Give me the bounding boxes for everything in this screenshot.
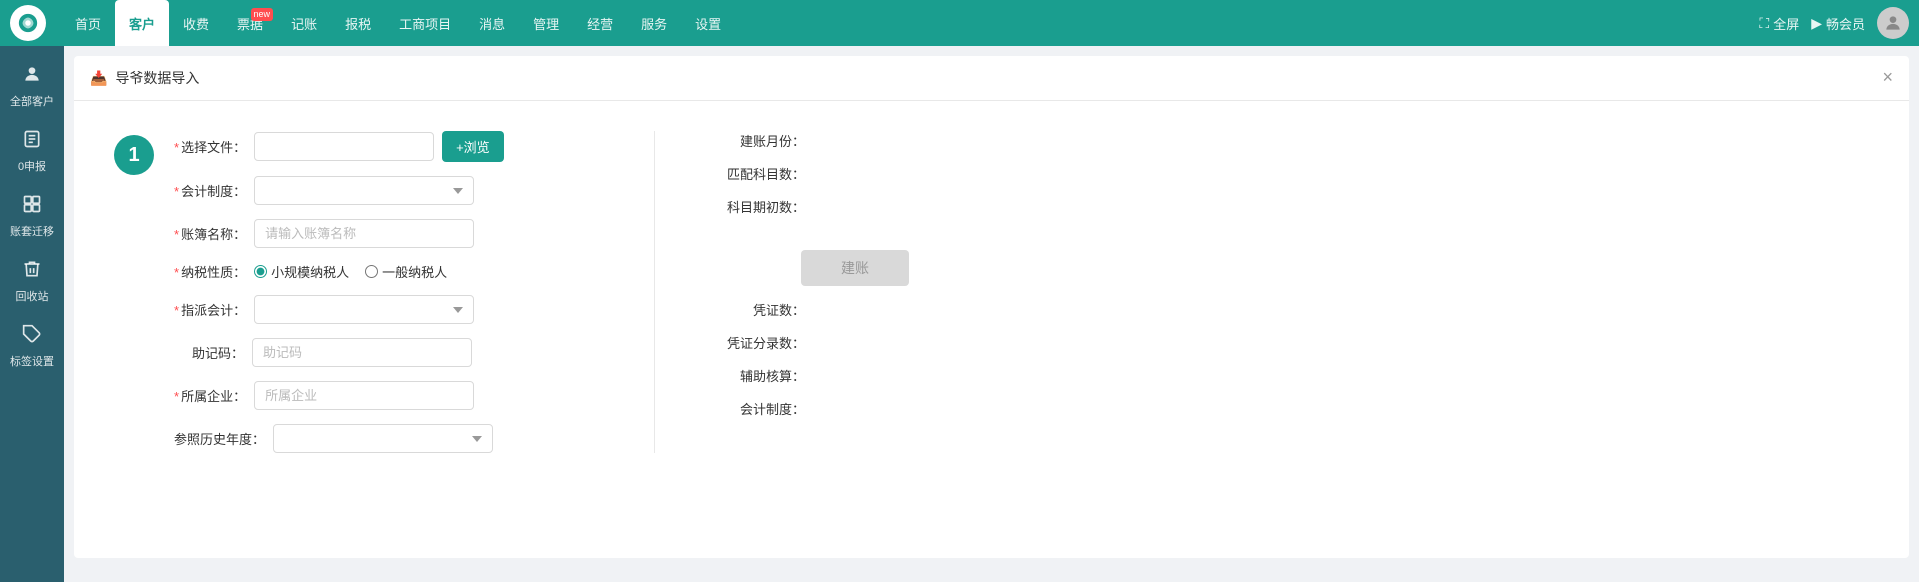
- history-select[interactable]: [273, 424, 493, 453]
- main-content: 📥 导爷数据导入 × 1 *选择文件：: [64, 46, 1919, 582]
- nav-item-services[interactable]: 服务: [627, 0, 681, 46]
- month-row: 建账月份：: [715, 131, 995, 150]
- nav-menu: 首页 客户 收费 票据 new 记账 报税 工商项目 消息 管理 经营 服务 设…: [61, 0, 1759, 46]
- nav-item-business[interactable]: 工商项目: [385, 0, 465, 46]
- accountant-row: *指派会计：: [174, 295, 594, 324]
- file-row: *选择文件： +浏览: [174, 131, 594, 162]
- close-button[interactable]: ×: [1882, 68, 1893, 86]
- sidebar-item-declaration[interactable]: 0申报: [0, 121, 64, 182]
- fullscreen-btn[interactable]: ⛶ 全屏: [1759, 14, 1799, 33]
- new-badge: new: [251, 8, 274, 21]
- sidebar-item-migration[interactable]: 账套迁移: [0, 186, 64, 247]
- tax-row: *纳税性质： 小规模纳税人 一般纳税人: [174, 262, 594, 281]
- tax-general-label[interactable]: 一般纳税人: [365, 262, 447, 281]
- accountant-select[interactable]: [254, 295, 474, 324]
- ledger-label: *账簿名称：: [174, 224, 246, 243]
- page-container: 📥 导爷数据导入 × 1 *选择文件：: [74, 56, 1909, 558]
- voucher-label: 凭证数：: [715, 300, 805, 319]
- trash-icon: [22, 259, 42, 284]
- nav-item-tax[interactable]: 报税: [331, 0, 385, 46]
- sidebar-item-tags[interactable]: 标签设置: [0, 316, 64, 377]
- tax-small-radio[interactable]: [254, 265, 267, 278]
- vip-btn[interactable]: ▶ 畅会员: [1811, 14, 1865, 33]
- sidebar-item-migration-label: 账套迁移: [10, 223, 54, 239]
- form-area: 1 *选择文件： +浏览: [74, 101, 1909, 473]
- init-label: 科目期初数：: [715, 197, 805, 216]
- file-input[interactable]: [254, 132, 434, 161]
- form-left-panel: 1 *选择文件： +浏览: [114, 131, 594, 453]
- company-input[interactable]: [254, 381, 474, 410]
- nav-item-messages[interactable]: 消息: [465, 0, 519, 46]
- form-right-panel: 建账月份： 匹配科目数： 科目期初数： 建账: [715, 131, 995, 453]
- nav-item-fees[interactable]: 收费: [169, 0, 223, 46]
- sidebar-item-tags-label: 标签设置: [10, 353, 54, 369]
- company-label: *所属企业：: [174, 386, 246, 405]
- tax-general-radio[interactable]: [365, 265, 378, 278]
- memo-row: 助记码：: [174, 338, 594, 367]
- vertical-divider: [654, 131, 655, 453]
- accounting-select[interactable]: [254, 176, 474, 205]
- app-layout: 全部客户 0申报 账套迁移: [0, 46, 1919, 582]
- match-label: 匹配科目数：: [715, 164, 805, 183]
- user-avatar[interactable]: [1877, 7, 1909, 39]
- tags-icon: [22, 324, 42, 349]
- page-title-icon: 📥: [90, 70, 107, 87]
- nav-item-management[interactable]: 管理: [519, 0, 573, 46]
- memo-label: 助记码：: [174, 343, 244, 362]
- top-navigation: 首页 客户 收费 票据 new 记账 报税 工商项目 消息 管理 经营 服务 设…: [0, 0, 1919, 46]
- sidebar-item-all-clients-label: 全部客户: [10, 93, 54, 109]
- aux-label: 辅助核算：: [715, 366, 805, 385]
- build-btn-area: 建账: [715, 250, 995, 286]
- accounting-system-label: 会计制度：: [715, 399, 805, 418]
- tax-label: *纳税性质：: [174, 262, 246, 281]
- nav-item-settings[interactable]: 设置: [681, 0, 735, 46]
- tax-small-label[interactable]: 小规模纳税人: [254, 262, 349, 281]
- history-row: 参照历史年度：: [174, 424, 594, 453]
- sidebar-item-trash-label: 回收站: [16, 288, 49, 304]
- match-row: 匹配科目数：: [715, 164, 995, 183]
- build-button[interactable]: 建账: [801, 250, 909, 286]
- aux-row: 辅助核算：: [715, 366, 995, 385]
- memo-input[interactable]: [252, 338, 472, 367]
- nav-item-clients[interactable]: 客户: [115, 0, 169, 46]
- accounting-row: *会计制度：: [174, 176, 594, 205]
- page-header: 📥 导爷数据导入 ×: [74, 56, 1909, 101]
- sidebar-item-declaration-label: 0申报: [18, 158, 46, 174]
- all-clients-icon: [22, 64, 42, 89]
- sidebar: 全部客户 0申报 账套迁移: [0, 46, 64, 582]
- logo[interactable]: [10, 5, 46, 41]
- ledger-row: *账簿名称：: [174, 219, 594, 248]
- nav-item-home[interactable]: 首页: [61, 0, 115, 46]
- accounting-label: *会计制度：: [174, 181, 246, 200]
- voucher-records-row: 凭证分录数：: [715, 333, 995, 352]
- ledger-input[interactable]: [254, 219, 474, 248]
- company-row: *所属企业：: [174, 381, 594, 410]
- tax-radio-group: 小规模纳税人 一般纳税人: [254, 262, 447, 281]
- init-row: 科目期初数：: [715, 197, 995, 216]
- migration-icon: [22, 194, 42, 219]
- voucher-records-label: 凭证分录数：: [715, 333, 805, 352]
- declaration-icon: [22, 129, 42, 154]
- accountant-label: *指派会计：: [174, 300, 246, 319]
- file-label: *选择文件：: [174, 137, 246, 156]
- sidebar-item-trash[interactable]: 回收站: [0, 251, 64, 312]
- browse-button[interactable]: +浏览: [442, 131, 504, 162]
- nav-item-operations[interactable]: 经营: [573, 0, 627, 46]
- accounting-system-row: 会计制度：: [715, 399, 995, 418]
- month-label: 建账月份：: [715, 131, 805, 150]
- nav-item-invoices[interactable]: 票据 new: [223, 0, 277, 46]
- sidebar-item-all-clients[interactable]: 全部客户: [0, 56, 64, 117]
- nav-right-area: ⛶ 全屏 ▶ 畅会员: [1759, 7, 1909, 39]
- step-badge: 1: [114, 135, 154, 175]
- page-title: 导爷数据导入: [115, 68, 199, 88]
- form-fields: *选择文件： +浏览 *会计制度：: [174, 131, 594, 453]
- voucher-row: 凭证数：: [715, 300, 995, 319]
- nav-item-bookkeeping[interactable]: 记账: [277, 0, 331, 46]
- history-label: 参照历史年度：: [174, 429, 265, 448]
